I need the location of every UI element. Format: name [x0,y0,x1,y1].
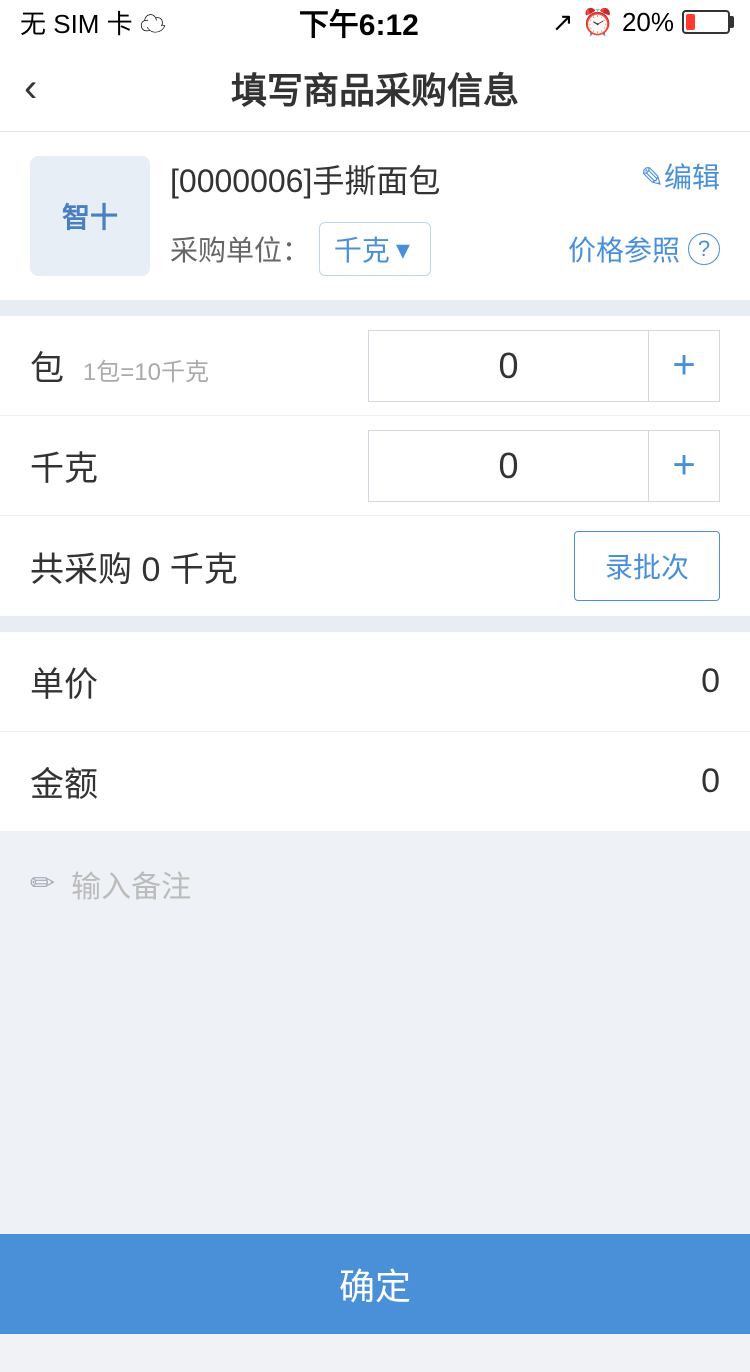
batch-button[interactable]: 录批次 [574,531,720,601]
price-ref-button[interactable]: 价格参照 ? [568,229,720,269]
bag-quantity-input[interactable] [368,330,648,402]
unit-select[interactable]: 千克 ▾ [319,222,431,276]
unit-price-row: 单价 0 [0,632,750,732]
kg-quantity-input[interactable] [368,430,648,502]
bag-input-group: + [368,330,720,402]
bag-label-group: 包 1包=10千克 [30,341,209,390]
price-section: 单价 0 金额 0 [0,632,750,832]
empty-area [0,992,750,1272]
product-image: 智十 [30,156,150,276]
page-title: 填写商品采购信息 [231,62,519,114]
kg-input-row: 千克 + [0,416,750,516]
edit-button[interactable]: ✎编辑 [641,156,720,196]
status-right: ↗ ⏰ 20% [552,7,730,38]
amount-row: 金额 0 [0,732,750,832]
product-card: 智十 [0000006]手撕面包 ✎编辑 采购单位： 千克 ▾ 价格参照 ? [0,132,750,300]
bag-input-row: 包 1包=10千克 + [0,316,750,416]
product-logo: 智十 [62,196,118,236]
product-info: [0000006]手撕面包 ✎编辑 采购单位： 千克 ▾ 价格参照 ? [170,156,720,276]
sim-status: 无 SIM 卡 ☁ [20,4,166,41]
kg-input-group: + [368,430,720,502]
status-bar: 无 SIM 卡 ☁ 下午6:12 ↗ ⏰ 20% [0,0,750,44]
input-section: 包 1包=10千克 + 千克 + [0,316,750,516]
bag-sublabel: 1包=10千克 [83,359,209,386]
kg-plus-button[interactable]: + [648,430,720,502]
section-divider-2 [0,616,750,632]
dropdown-arrow-icon: ▾ [396,233,410,266]
unit-value: 千克 [334,229,390,269]
nav-bar: ‹ 填写商品采购信息 [0,44,750,132]
product-name-row: [0000006]手撕面包 ✎编辑 [170,156,720,202]
unit-row: 采购单位： 千克 ▾ 价格参照 ? [170,222,720,276]
bag-plus-button[interactable]: + [648,330,720,402]
unit-price-value: 0 [701,662,720,701]
section-divider-1 [0,300,750,316]
total-row: 共采购 0 千克 录批次 [0,516,750,616]
battery-fill [686,14,695,30]
kg-plus-icon: + [672,443,695,488]
product-name: [0000006]手撕面包 [170,156,440,202]
status-left: 无 SIM 卡 ☁ [20,4,166,41]
bag-plus-icon: + [672,343,695,388]
product-logo-text: 智十 [62,196,118,236]
unit-price-label: 单价 [30,657,98,706]
amount-label: 金额 [30,757,98,806]
total-label: 共采购 0 千克 [30,542,238,591]
alarm-icon: ⏰ [582,7,614,38]
unit-prefix: 采购单位： [170,235,310,266]
battery-percent: 20% [622,7,674,38]
note-placeholder: 输入备注 [71,862,191,906]
bag-label: 包 [30,350,64,388]
amount-value: 0 [701,762,720,801]
confirm-button[interactable]: 确定 [0,1234,750,1334]
battery-icon [682,10,730,34]
unit-label-group: 采购单位： 千克 ▾ [170,222,431,276]
price-ref-label: 价格参照 [568,229,680,269]
main-content: 智十 [0000006]手撕面包 ✎编辑 采购单位： 千克 ▾ 价格参照 ? [0,132,750,1372]
back-button[interactable]: ‹ [24,68,37,108]
info-icon: ? [688,233,720,265]
kg-label: 千克 [30,441,98,490]
note-section[interactable]: ✏ 输入备注 [0,832,750,992]
location-icon: ↗ [552,7,574,38]
pencil-icon: ✏ [30,866,55,901]
status-time: 下午6:12 [299,0,419,44]
